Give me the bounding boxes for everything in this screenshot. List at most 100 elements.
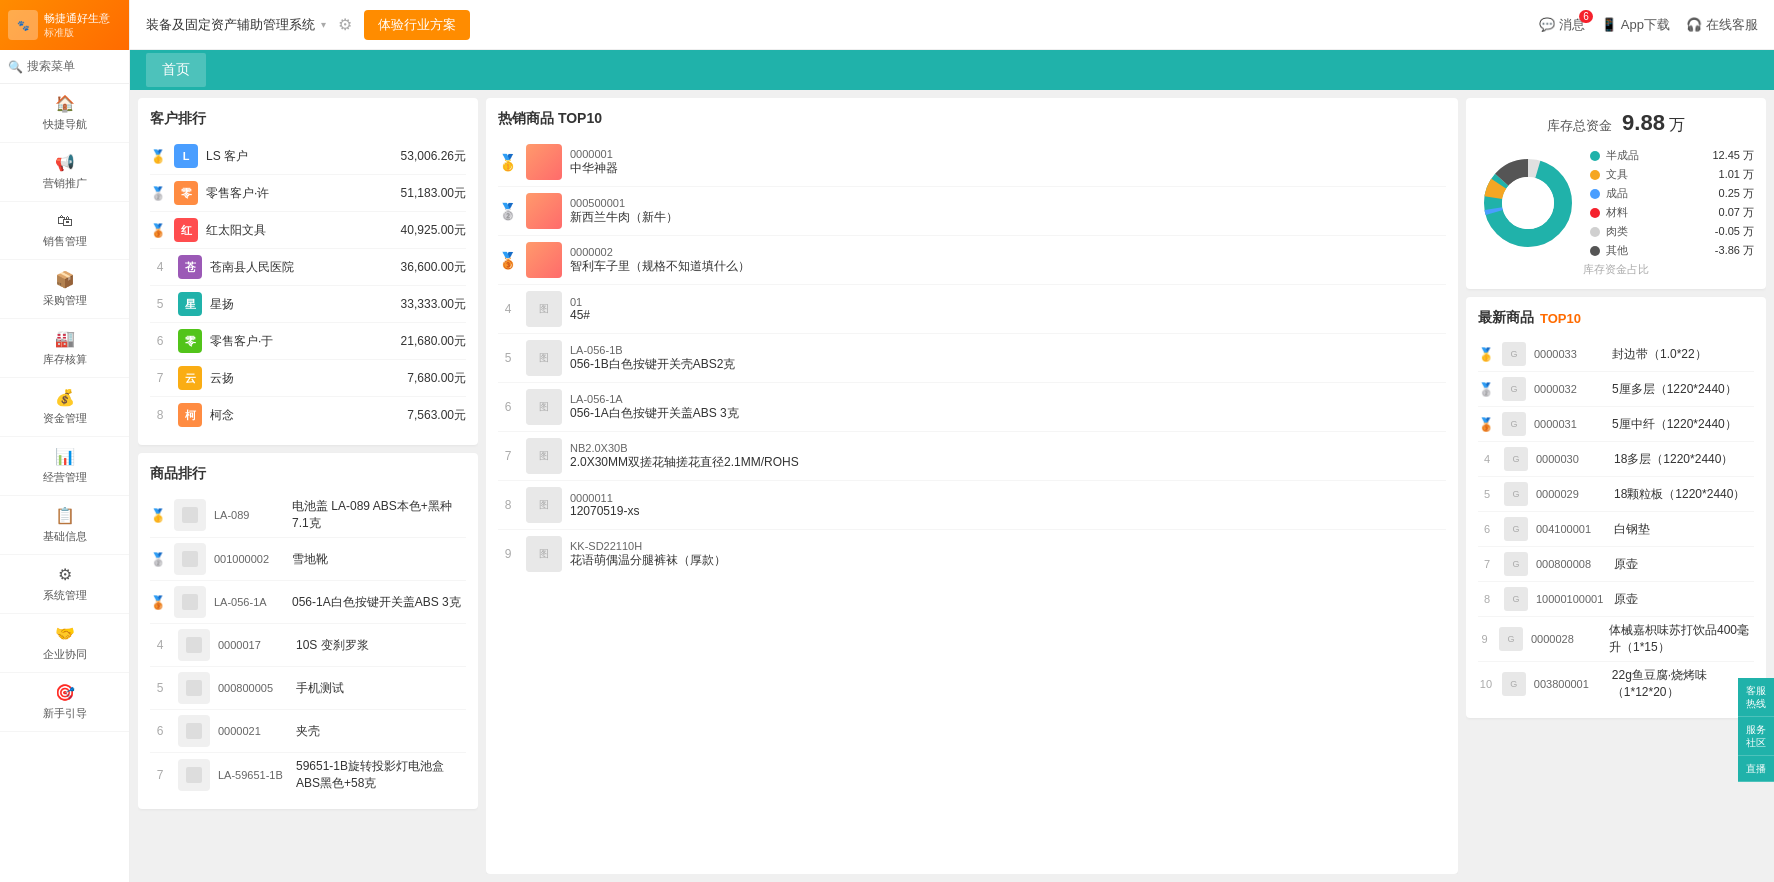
hot-product-info: 0000001 中华神器 [570, 148, 1446, 177]
hot-product-item: 4 图 01 45# [498, 285, 1446, 334]
top-header: 装备及固定资产辅助管理系统 ▾ ⚙ 体验行业方案 💬 消息 6 📱 App下载 … [130, 0, 1774, 50]
customer-service-btn[interactable]: 客服热线 [1738, 678, 1774, 717]
legend-dot-stationery [1590, 170, 1600, 180]
online-service-button[interactable]: 🎧 在线客服 [1686, 16, 1758, 34]
sidebar-item-inventory[interactable]: 🏭 库存核算 [0, 319, 129, 378]
new-product-image: G [1502, 412, 1526, 436]
sidebar-item-sales[interactable]: 🛍 销售管理 [0, 202, 129, 260]
medal-icon: 🥈 [498, 202, 518, 221]
customer-name: 苍南县人民医院 [210, 259, 393, 276]
sidebar-item-collaboration[interactable]: 🤝 企业协同 [0, 614, 129, 673]
svg-rect-2 [182, 594, 198, 610]
hot-product-image: 图 [526, 291, 562, 327]
sidebar-item-system[interactable]: ⚙ 系统管理 [0, 555, 129, 614]
hot-product-item: 8 图 0000011 12070519-xs [498, 481, 1446, 530]
legend-dot-other [1590, 246, 1600, 256]
new-product-name: 5厘中纤（1220*2440） [1612, 416, 1737, 433]
product-rank-item: 5 000800005 手机测试 [150, 667, 466, 710]
medal-icon: 🥉 [1478, 417, 1494, 432]
new-product-name: 体械嘉枳味苏打饮品400毫升（1*15） [1609, 622, 1754, 656]
finance-icon: 💰 [55, 388, 75, 407]
notifications-button[interactable]: 💬 消息 6 [1539, 16, 1585, 34]
main-area: 装备及固定资产辅助管理系统 ▾ ⚙ 体验行业方案 💬 消息 6 📱 App下载 … [130, 0, 1774, 882]
customer-rank-item: 5 星 星扬 33,333.00元 [150, 286, 466, 323]
system-dropdown-icon[interactable]: ▾ [321, 19, 326, 30]
customer-avatar: 云 [178, 366, 202, 390]
sidebar-item-purchase[interactable]: 📦 采购管理 [0, 260, 129, 319]
sidebar-item-finance[interactable]: 💰 资金管理 [0, 378, 129, 437]
customer-rank-list: 🥇 L LS 客户 53,006.26元 🥈 零 零售客户·许 51,183.0… [150, 138, 466, 433]
svg-rect-4 [186, 680, 202, 696]
sidebar-item-quick-nav[interactable]: 🏠 快捷导航 [0, 84, 129, 143]
legend-material: 材料 0.07 万 [1590, 205, 1754, 220]
hot-product-name: 新西兰牛肉（新牛） [570, 209, 1446, 226]
hot-product-item: 🥉 0000002 智利车子里（规格不知道填什么） [498, 236, 1446, 285]
customer-name: 星扬 [210, 296, 393, 313]
sidebar-item-guide[interactable]: 🎯 新手引导 [0, 673, 129, 732]
new-product-item: 5 G 0000029 18颗粒板（1220*2440） [1478, 477, 1754, 512]
customer-avatar: 苍 [178, 255, 202, 279]
product-rank-list: 🥇 LA-089 电池盖 LA-089 ABS本色+黑种 7.1克 🥈 0010… [150, 493, 466, 797]
hot-product-image: 图 [526, 389, 562, 425]
product-image [178, 715, 210, 747]
sidebar-item-basic-info[interactable]: 📋 基础信息 [0, 496, 129, 555]
new-product-image: G [1499, 627, 1523, 651]
new-products-title: 最新商品 TOP10 [1478, 309, 1754, 327]
customer-avatar: L [174, 144, 198, 168]
customer-name: 柯念 [210, 407, 399, 424]
system-title: 装备及固定资产辅助管理系统 ▾ [146, 16, 326, 34]
customer-name: 零售客户·许 [206, 185, 393, 202]
hot-product-info: 01 45# [570, 296, 1446, 322]
new-product-item: 4 G 0000030 18多层（1220*2440） [1478, 442, 1754, 477]
legend-stationery: 文具 1.01 万 [1590, 167, 1754, 182]
hot-product-name: 056-1B白色按键开关壳ABS2克 [570, 356, 1446, 373]
sidebar: 🐾 畅捷通好生意 标准版 🔍 搜索菜单 🏠 快捷导航 📢 营销推广 🛍 销售管理… [0, 0, 130, 882]
product-image [174, 543, 206, 575]
product-rank-item: 6 0000021 夹壳 [150, 710, 466, 753]
trial-button[interactable]: 体验行业方案 [364, 10, 470, 40]
legend-dot-semifinished [1590, 151, 1600, 161]
medal-icon: 🥈 [150, 552, 166, 567]
rank-number: 5 [150, 681, 170, 695]
new-product-image: G [1502, 342, 1526, 366]
new-product-code: 0000029 [1536, 488, 1606, 500]
product-rank-card: 商品排行 🥇 LA-089 电池盖 LA-089 ABS本色+黑种 7.1克 🥈… [138, 453, 478, 809]
new-product-image: G [1504, 447, 1528, 471]
customer-name: 零售客户·于 [210, 333, 393, 350]
donut-chart [1478, 153, 1578, 253]
new-product-name: 22g鱼豆腐·烧烤味（1*12*20） [1612, 667, 1754, 701]
medal-icon: 🥉 [150, 595, 166, 610]
bell-icon: 💬 [1539, 17, 1555, 32]
new-product-code: 0000028 [1531, 633, 1601, 645]
customer-rank-item: 🥈 零 零售客户·许 51,183.00元 [150, 175, 466, 212]
content-area: 客户排行 🥇 L LS 客户 53,006.26元 🥈 零 零售客户·许 51,… [130, 90, 1774, 882]
search-menu[interactable]: 🔍 搜索菜单 [0, 50, 129, 84]
legend-other: 其他 -3.86 万 [1590, 243, 1754, 258]
collaboration-icon: 🤝 [55, 624, 75, 643]
service-community-btn[interactable]: 服务社区 [1738, 717, 1774, 756]
settings-icon[interactable]: ⚙ [338, 15, 352, 34]
new-product-item: 6 G 004100001 白钢垫 [1478, 512, 1754, 547]
customer-rank-item: 🥉 红 红太阳文具 40,925.00元 [150, 212, 466, 249]
customer-rank-title: 客户排行 [150, 110, 466, 128]
customer-name: 云扬 [210, 370, 399, 387]
new-product-item: 🥇 G 0000033 封边带（1.0*22） [1478, 337, 1754, 372]
hot-product-code: 01 [570, 296, 1446, 308]
sidebar-item-operations[interactable]: 📊 经营管理 [0, 437, 129, 496]
hot-product-code: 0000011 [570, 492, 1446, 504]
new-products-list: 🥇 G 0000033 封边带（1.0*22） 🥈 G 0000032 5厘多层… [1478, 337, 1754, 706]
right-panel: 库存总资金 9.88 万 [1466, 98, 1766, 874]
legend-dot-material [1590, 208, 1600, 218]
inventory-total: 库存总资金 9.88 万 [1478, 110, 1754, 136]
live-btn[interactable]: 直播 [1738, 756, 1774, 782]
hot-products-card: 热销商品 TOP10 🥇 0000001 中华神器 🥈 000500001 新西… [486, 98, 1458, 874]
tab-home[interactable]: 首页 [146, 53, 206, 87]
inventory-card: 库存总资金 9.88 万 [1466, 98, 1766, 289]
new-product-name: 原壶 [1614, 591, 1638, 608]
sidebar-item-marketing[interactable]: 📢 营销推广 [0, 143, 129, 202]
app-download-button[interactable]: 📱 App下载 [1601, 16, 1670, 34]
phone-icon: 📱 [1601, 17, 1617, 32]
product-rank-item: 7 LA-59651-1B 59651-1B旋转投影灯电池盒ABS黑色+58克 [150, 753, 466, 797]
product-name: 10S 变刹罗浆 [296, 637, 466, 654]
new-product-code: 000800008 [1536, 558, 1606, 570]
